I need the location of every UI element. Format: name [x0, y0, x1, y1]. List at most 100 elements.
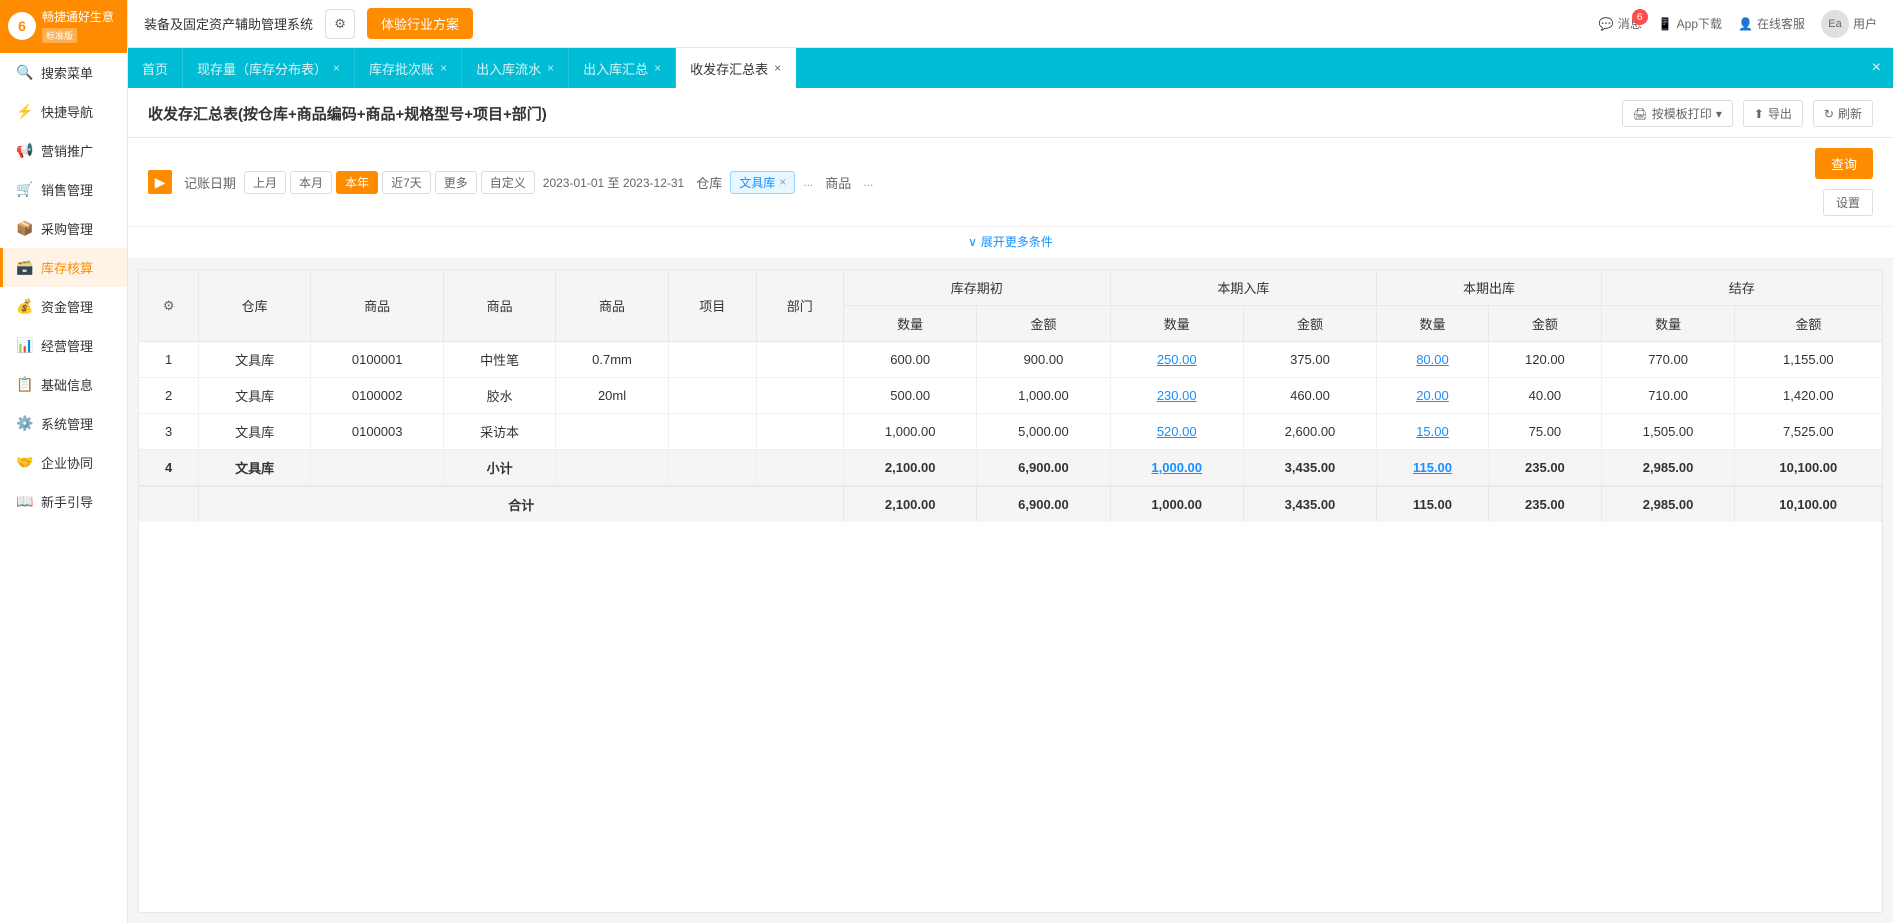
sidebar-item-cooperation[interactable]: 🤝 企业协同 [0, 443, 127, 482]
online-service-button[interactable]: 👤 在线客服 [1738, 15, 1805, 32]
sidebar-item-purchase[interactable]: 📦 采购管理 [0, 209, 127, 248]
sidebar-item-inventory[interactable]: 🗃️ 库存核算 [0, 248, 127, 287]
warehouse-tag-value: 文具库 [739, 174, 775, 191]
sidebar-item-finance[interactable]: 💰 资金管理 [0, 287, 127, 326]
tab-receive-summary[interactable]: 收发存汇总表 × [676, 48, 796, 88]
cell-project [669, 414, 757, 450]
print-button[interactable]: 🖨 按模板打印 ▾ [1622, 100, 1733, 127]
warehouse-filter-group: 仓库 文具库 × ... [696, 171, 813, 194]
filter-toggle-button[interactable]: ▶ [148, 170, 172, 194]
sidebar: 6 畅捷通好生意 标准版 🔍 搜索菜单 ⚡ 快捷导航 📢 营销推广 🛒 销售管理… [0, 0, 128, 923]
footer-cell-6: 115.00 [1377, 486, 1489, 522]
tab-inventory-dist[interactable]: 现存量（库存分布表） × [183, 48, 355, 88]
sidebar-item-system[interactable]: ⚙️ 系统管理 [0, 404, 127, 443]
cell-out-qty[interactable]: 20.00 [1377, 378, 1489, 414]
app-download-button[interactable]: 📱 App下载 [1658, 15, 1722, 32]
cell-product-spec: 20ml [556, 378, 669, 414]
cell-product-code: 0100002 [311, 378, 444, 414]
cell-product-spec [556, 450, 669, 487]
sidebar-item-operations[interactable]: 📊 经营管理 [0, 326, 127, 365]
refresh-button[interactable]: ↻ 刷新 [1813, 100, 1873, 127]
app-download-label: App下载 [1677, 15, 1722, 32]
system-name: 装备及固定资产辅助管理系统 [144, 14, 313, 33]
cell-open-amt: 1,000.00 [977, 378, 1110, 414]
marketing-icon: 📢 [17, 142, 33, 158]
col-header-project: 项目 [669, 270, 757, 342]
cell-close-amt: 1,420.00 [1735, 378, 1882, 414]
cell-dept [756, 414, 844, 450]
system-icon: ⚙️ [17, 415, 33, 431]
sidebar-header: 6 畅捷通好生意 标准版 [0, 0, 127, 53]
cell-in-amt: 2,600.00 [1243, 414, 1376, 450]
tab-batch-ledger[interactable]: 库存批次账 × [355, 48, 462, 88]
warehouse-tag[interactable]: 文具库 × [730, 171, 795, 194]
cell-project [669, 378, 757, 414]
table-row: 3文具库0100003采访本1,000.005,000.00520.002,60… [139, 414, 1882, 450]
tab-inout-summary-close[interactable]: × [654, 61, 661, 75]
table-row: 4文具库小计2,100.006,900.001,000.003,435.0011… [139, 450, 1882, 487]
cell-out-qty[interactable]: 80.00 [1377, 342, 1489, 378]
table-settings-icon[interactable]: ⚙ [163, 298, 175, 313]
cell-in-qty[interactable]: 520.00 [1110, 414, 1243, 450]
filter-bar: ▶ 记账日期 上月 本月 本年 近7天 更多 自定义 2023-01-01 至 … [128, 138, 1893, 227]
cell-open-amt: 900.00 [977, 342, 1110, 378]
sidebar-item-marketing[interactable]: 📢 营销推广 [0, 131, 127, 170]
sidebar-item-guide[interactable]: 📖 新手引导 [0, 482, 127, 521]
sidebar-item-label: 快捷导航 [41, 102, 93, 121]
tab-home[interactable]: 首页 [128, 48, 183, 88]
date-btn-last-month[interactable]: 上月 [244, 171, 286, 194]
tab-inventory-dist-close[interactable]: × [333, 61, 340, 75]
cell-warehouse: 文具库 [199, 342, 311, 378]
cell-out-qty[interactable]: 115.00 [1377, 450, 1489, 487]
expand-conditions-button[interactable]: ∨ 展开更多条件 [968, 233, 1053, 250]
export-label: 导出 [1768, 105, 1792, 122]
col-header-opening: 库存期初 [844, 270, 1111, 306]
sidebar-item-sales[interactable]: 🛒 销售管理 [0, 170, 127, 209]
tab-receive-summary-close[interactable]: × [774, 61, 781, 75]
tabbar: 首页 现存量（库存分布表） × 库存批次账 × 出入库流水 × 出入库汇总 × … [128, 48, 1893, 88]
sidebar-item-label: 系统管理 [41, 414, 93, 433]
sidebar-item-quick-nav[interactable]: ⚡ 快捷导航 [0, 92, 127, 131]
date-btn-more[interactable]: 更多 [435, 171, 477, 194]
col-header-settings[interactable]: ⚙ [139, 270, 199, 342]
date-btn-this-month[interactable]: 本月 [290, 171, 332, 194]
sidebar-item-basic-info[interactable]: 📋 基础信息 [0, 365, 127, 404]
tab-inout-summary[interactable]: 出入库汇总 × [569, 48, 676, 88]
refresh-icon: ↻ [1824, 107, 1834, 121]
messages-button[interactable]: 💬 消息 6 [1599, 15, 1642, 32]
warehouse-tag-close[interactable]: × [779, 175, 786, 189]
online-service-label: 在线客服 [1757, 15, 1805, 32]
sidebar-item-label: 企业协同 [41, 453, 93, 472]
product-filter-group: 商品 ... [825, 173, 873, 192]
message-icon: 💬 [1599, 17, 1614, 31]
filter-settings-button[interactable]: 设置 [1823, 189, 1873, 216]
warehouse-filter-more[interactable]: ... [803, 175, 813, 189]
trial-button[interactable]: 体验行业方案 [367, 8, 473, 39]
cell-out-qty[interactable]: 15.00 [1377, 414, 1489, 450]
guide-icon: 📖 [17, 493, 33, 509]
col-header-inbound: 本期入库 [1110, 270, 1377, 306]
cell-in-qty[interactable]: 1,000.00 [1110, 450, 1243, 487]
date-btn-7days[interactable]: 近7天 [382, 171, 431, 194]
tab-inout-flow[interactable]: 出入库流水 × [462, 48, 569, 88]
date-buttons: 上月 本月 本年 近7天 更多 自定义 [244, 171, 535, 194]
product-filter-more[interactable]: ... [863, 175, 873, 189]
settings-gear-button[interactable]: ⚙ [325, 9, 355, 39]
cell-seq: 4 [139, 450, 199, 487]
tab-batch-ledger-close[interactable]: × [440, 61, 447, 75]
query-button[interactable]: 查询 [1815, 148, 1873, 179]
user-button[interactable]: Ea 用户 [1821, 10, 1877, 38]
export-button[interactable]: ⬆ 导出 [1743, 100, 1803, 127]
col-header-outbound-amt: 金额 [1488, 306, 1601, 342]
tab-inout-flow-close[interactable]: × [547, 61, 554, 75]
cell-warehouse: 文具库 [199, 378, 311, 414]
operations-icon: 📊 [17, 337, 33, 353]
tabbar-close-all[interactable]: × [1860, 48, 1893, 88]
cell-in-qty[interactable]: 230.00 [1110, 378, 1243, 414]
date-btn-this-year[interactable]: 本年 [336, 171, 378, 194]
cell-in-qty[interactable]: 250.00 [1110, 342, 1243, 378]
sidebar-item-search-menu[interactable]: 🔍 搜索菜单 [0, 53, 127, 92]
cell-out-amt: 40.00 [1488, 378, 1601, 414]
date-btn-custom[interactable]: 自定义 [481, 171, 535, 194]
page-title-actions: 🖨 按模板打印 ▾ ⬆ 导出 ↻ 刷新 [1622, 100, 1873, 127]
